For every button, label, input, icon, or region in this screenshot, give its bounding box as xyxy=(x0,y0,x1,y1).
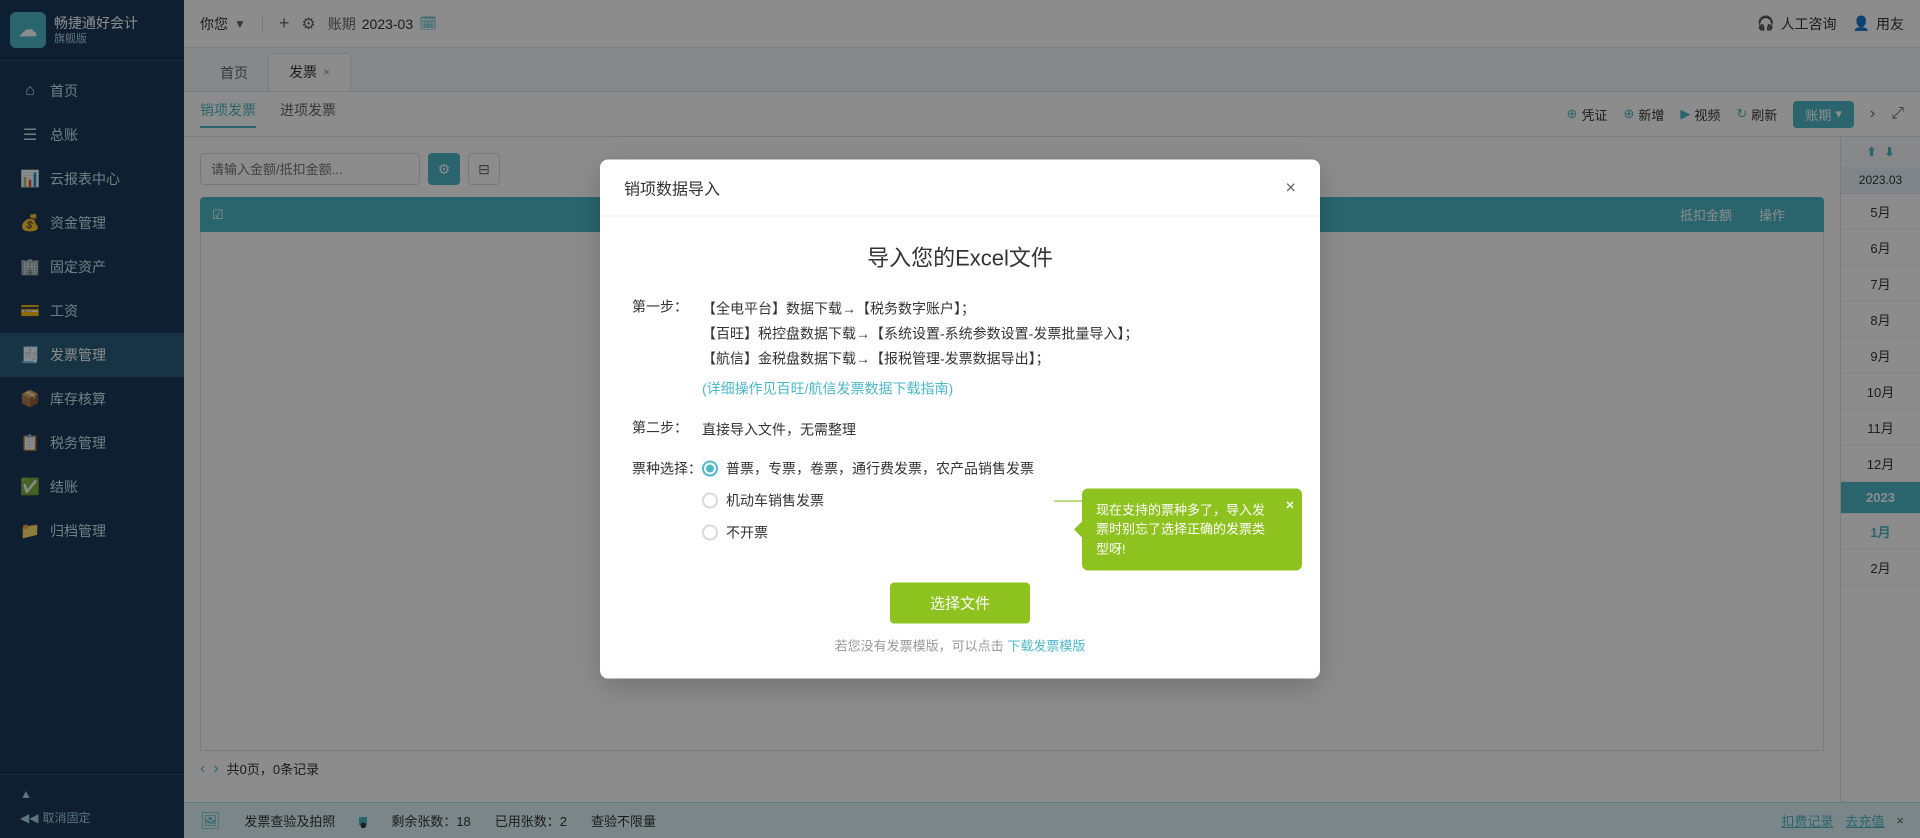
modal-footer: 选择文件 若您没有发票模版，可以点击 下载发票模版 xyxy=(600,566,1320,678)
step1-line1: 【全电平台】数据下载→【税务数字账户】； xyxy=(702,297,1138,322)
radio-3-circle xyxy=(702,524,718,540)
tooltip-arrow xyxy=(1074,522,1082,538)
radio-2-label: 机动车销售发票 xyxy=(726,490,824,510)
radio-1-circle xyxy=(702,460,718,476)
modal-hint: 若您没有发票模版，可以点击 下载发票模版 xyxy=(624,635,1296,654)
radio-2-circle xyxy=(702,492,718,508)
radio-row: 票种选择： 普票，专票，卷票，通行费发票，农产品销售发票 机动车销售发票 xyxy=(632,458,1288,542)
radio-group: 普票，专票，卷票，通行费发票，农产品销售发票 机动车销售发票 不开票 xyxy=(702,458,1034,542)
radio-label: 票种选择： xyxy=(632,458,702,542)
step1-label: 第一步： xyxy=(632,297,702,402)
step1-line2: 【百旺】税控盘数据下载→【系统设置-系统参数设置-发票批量导入】； xyxy=(702,322,1138,347)
modal-close-btn[interactable]: × xyxy=(1285,177,1296,198)
radio-option-2[interactable]: 机动车销售发票 xyxy=(702,490,1034,510)
radio-1-label: 普票，专票，卷票，通行费发票，农产品销售发票 xyxy=(726,458,1034,478)
tooltip-text: 现在支持的票种多了，导入发票时别忘了选择正确的发票类型呀! xyxy=(1096,502,1265,556)
step1-row: 第一步： 【全电平台】数据下载→【税务数字账户】； 【百旺】税控盘数据下载→【系… xyxy=(632,297,1288,402)
radio-option-1[interactable]: 普票，专票，卷票，通行费发票，农产品销售发票 xyxy=(702,458,1034,478)
guide-link[interactable]: (详细操作见百旺/航信发票数据下载指南) xyxy=(702,380,953,396)
radio-3-label: 不开票 xyxy=(726,522,768,542)
download-template-link[interactable]: 下载发票模版 xyxy=(1007,638,1085,653)
import-modal: 销项数据导入 × 导入您的Excel文件 第一步： 【全电平台】数据下载→【税务… xyxy=(600,160,1320,679)
step2-label: 第二步： xyxy=(632,417,702,442)
tooltip-close-btn[interactable]: × xyxy=(1286,494,1294,515)
radio-option-3[interactable]: 不开票 xyxy=(702,522,1034,542)
modal-main-title: 导入您的Excel文件 xyxy=(632,241,1288,273)
modal-header: 销项数据导入 × xyxy=(600,160,1320,217)
modal-title: 销项数据导入 xyxy=(624,176,720,200)
step1-line3: 【航信】金税盘数据下载→【报税管理-发票数据导出】； xyxy=(702,347,1138,372)
step1-link-row: (详细操作见百旺/航信发票数据下载指南) xyxy=(702,376,1138,401)
tooltip-box: 现在支持的票种多了，导入发票时别忘了选择正确的发票类型呀! × xyxy=(1082,488,1302,571)
modal-body: 导入您的Excel文件 第一步： 【全电平台】数据下载→【税务数字账户】； 【百… xyxy=(600,217,1320,567)
step1-content: 【全电平台】数据下载→【税务数字账户】； 【百旺】税控盘数据下载→【系统设置-系… xyxy=(702,297,1138,402)
hint-text: 若您没有发票模版，可以点击 xyxy=(835,638,1004,653)
step2-content: 直接导入文件，无需整理 xyxy=(702,417,856,442)
step2-row: 第二步： 直接导入文件，无需整理 xyxy=(632,417,1288,442)
select-file-btn[interactable]: 选择文件 xyxy=(890,582,1030,623)
